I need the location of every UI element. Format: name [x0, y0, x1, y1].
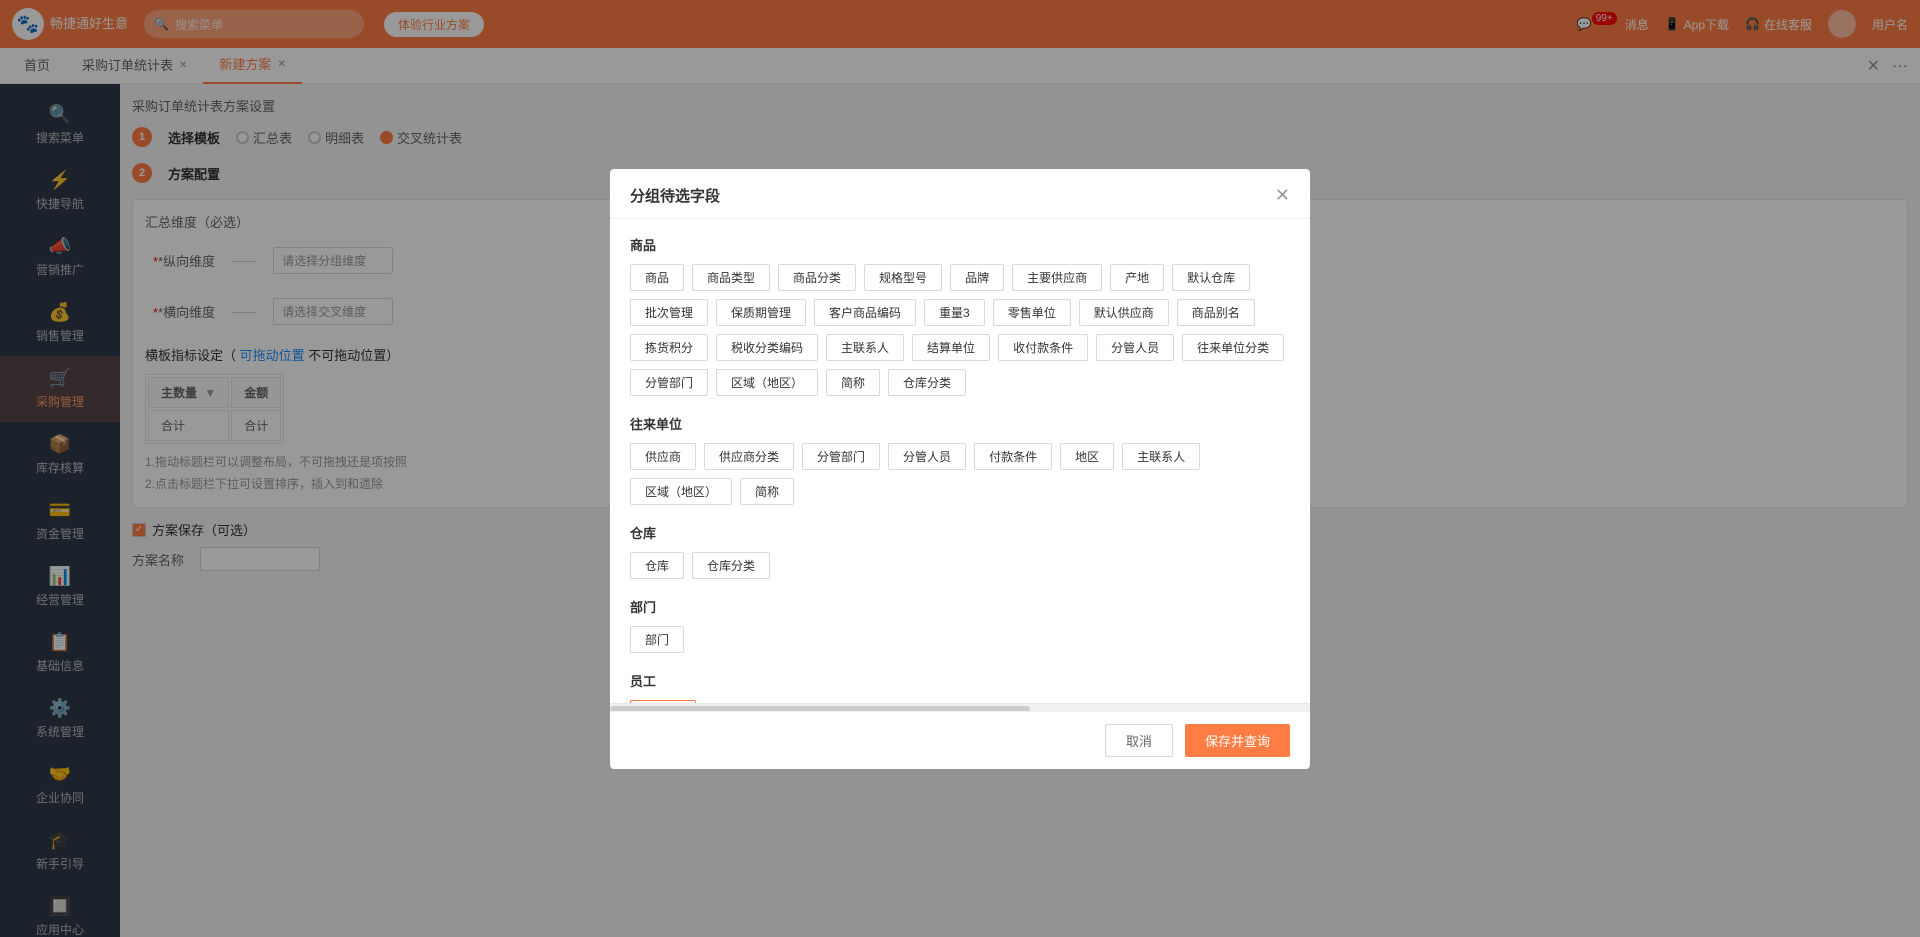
field-tag[interactable]: 产地 [1110, 264, 1164, 291]
field-tag[interactable]: 税收分类编码 [716, 334, 818, 361]
field-tag[interactable]: 付款条件 [974, 443, 1052, 470]
field-tag[interactable]: 商品分类 [778, 264, 856, 291]
section-dept: 部门 部门 [630, 597, 1290, 653]
field-tag[interactable]: 供应商分类 [704, 443, 794, 470]
field-tag[interactable]: 商品类型 [692, 264, 770, 291]
field-tag[interactable]: 分管人员 [1096, 334, 1174, 361]
field-tag[interactable]: 规格型号 [864, 264, 942, 291]
field-tag[interactable]: 区域（地区） [716, 369, 818, 396]
modal-close-btn[interactable]: ✕ [1275, 185, 1290, 206]
field-tag[interactable]: 主要供应商 [1012, 264, 1102, 291]
confirm-button[interactable]: 保存并查询 [1185, 724, 1290, 757]
field-tag[interactable]: 客户商品编码 [814, 299, 916, 326]
modal-header: 分组待选字段 ✕ [610, 169, 1310, 219]
modal-body: 商品 商品 商品类型 商品分类 规格型号 品牌 主要供应商 产地 默认仓库 批次… [610, 219, 1310, 703]
field-tag[interactable]: 仓库 [630, 552, 684, 579]
field-tag[interactable]: 默认供应商 [1079, 299, 1169, 326]
field-tag[interactable]: 部门 [630, 626, 684, 653]
section-employee-title: 员工 [630, 671, 1290, 690]
section-warehouse-title: 仓库 [630, 523, 1290, 542]
modal-horizontal-scrollbar[interactable] [610, 703, 1310, 711]
section-goods-title: 商品 [630, 235, 1290, 254]
field-tag[interactable]: 分管部门 [802, 443, 880, 470]
field-tag[interactable]: 分管人员 [888, 443, 966, 470]
field-tag[interactable]: 商品 [630, 264, 684, 291]
field-tag[interactable]: 仓库分类 [692, 552, 770, 579]
goods-field-tags: 商品 商品类型 商品分类 规格型号 品牌 主要供应商 产地 默认仓库 批次管理 … [630, 264, 1290, 396]
field-tag[interactable]: 分管部门 [630, 369, 708, 396]
field-tag[interactable]: 往来单位分类 [1182, 334, 1284, 361]
field-tag[interactable]: 仓库分类 [888, 369, 966, 396]
field-tag[interactable]: 批次管理 [630, 299, 708, 326]
cancel-button[interactable]: 取消 [1105, 724, 1173, 757]
field-tag[interactable]: 零售单位 [993, 299, 1071, 326]
section-goods: 商品 商品 商品类型 商品分类 规格型号 品牌 主要供应商 产地 默认仓库 批次… [630, 235, 1290, 396]
overlay: 分组待选字段 ✕ 商品 商品 商品类型 商品分类 规格型号 品牌 主要供应商 产… [0, 0, 1920, 937]
section-dept-title: 部门 [630, 597, 1290, 616]
modal-footer: 取消 保存并查询 [610, 711, 1310, 769]
modal-hscroll-thumb[interactable] [610, 706, 1030, 711]
section-warehouse: 仓库 仓库 仓库分类 [630, 523, 1290, 579]
section-partners: 往来单位 供应商 供应商分类 分管部门 分管人员 付款条件 地区 主联系人 区域… [630, 414, 1290, 505]
field-tag[interactable]: 商品别名 [1177, 299, 1255, 326]
field-tag[interactable]: 品牌 [950, 264, 1004, 291]
field-tag[interactable]: 重量3 [924, 299, 985, 326]
modal-title: 分组待选字段 [630, 185, 720, 206]
warehouse-field-tags: 仓库 仓库分类 [630, 552, 1290, 579]
section-partners-title: 往来单位 [630, 414, 1290, 433]
field-tag[interactable]: 结算单位 [912, 334, 990, 361]
field-tag[interactable]: 保质期管理 [716, 299, 806, 326]
dept-field-tags: 部门 [630, 626, 1290, 653]
field-tag[interactable]: 区域（地区） [630, 478, 732, 505]
field-tag[interactable]: 拣货积分 [630, 334, 708, 361]
field-tag[interactable]: 地区 [1060, 443, 1114, 470]
partners-field-tags: 供应商 供应商分类 分管部门 分管人员 付款条件 地区 主联系人 区域（地区） … [630, 443, 1290, 505]
field-tag[interactable]: 主联系人 [826, 334, 904, 361]
field-tag[interactable]: 主联系人 [1122, 443, 1200, 470]
field-tag[interactable]: 供应商 [630, 443, 696, 470]
modal: 分组待选字段 ✕ 商品 商品 商品类型 商品分类 规格型号 品牌 主要供应商 产… [610, 169, 1310, 769]
field-tag[interactable]: 简称 [826, 369, 880, 396]
field-tag[interactable]: 简称 [740, 478, 794, 505]
field-tag[interactable]: 收付款条件 [998, 334, 1088, 361]
section-employee: 员工 业务员 [630, 671, 1290, 703]
field-tag[interactable]: 默认仓库 [1172, 264, 1250, 291]
